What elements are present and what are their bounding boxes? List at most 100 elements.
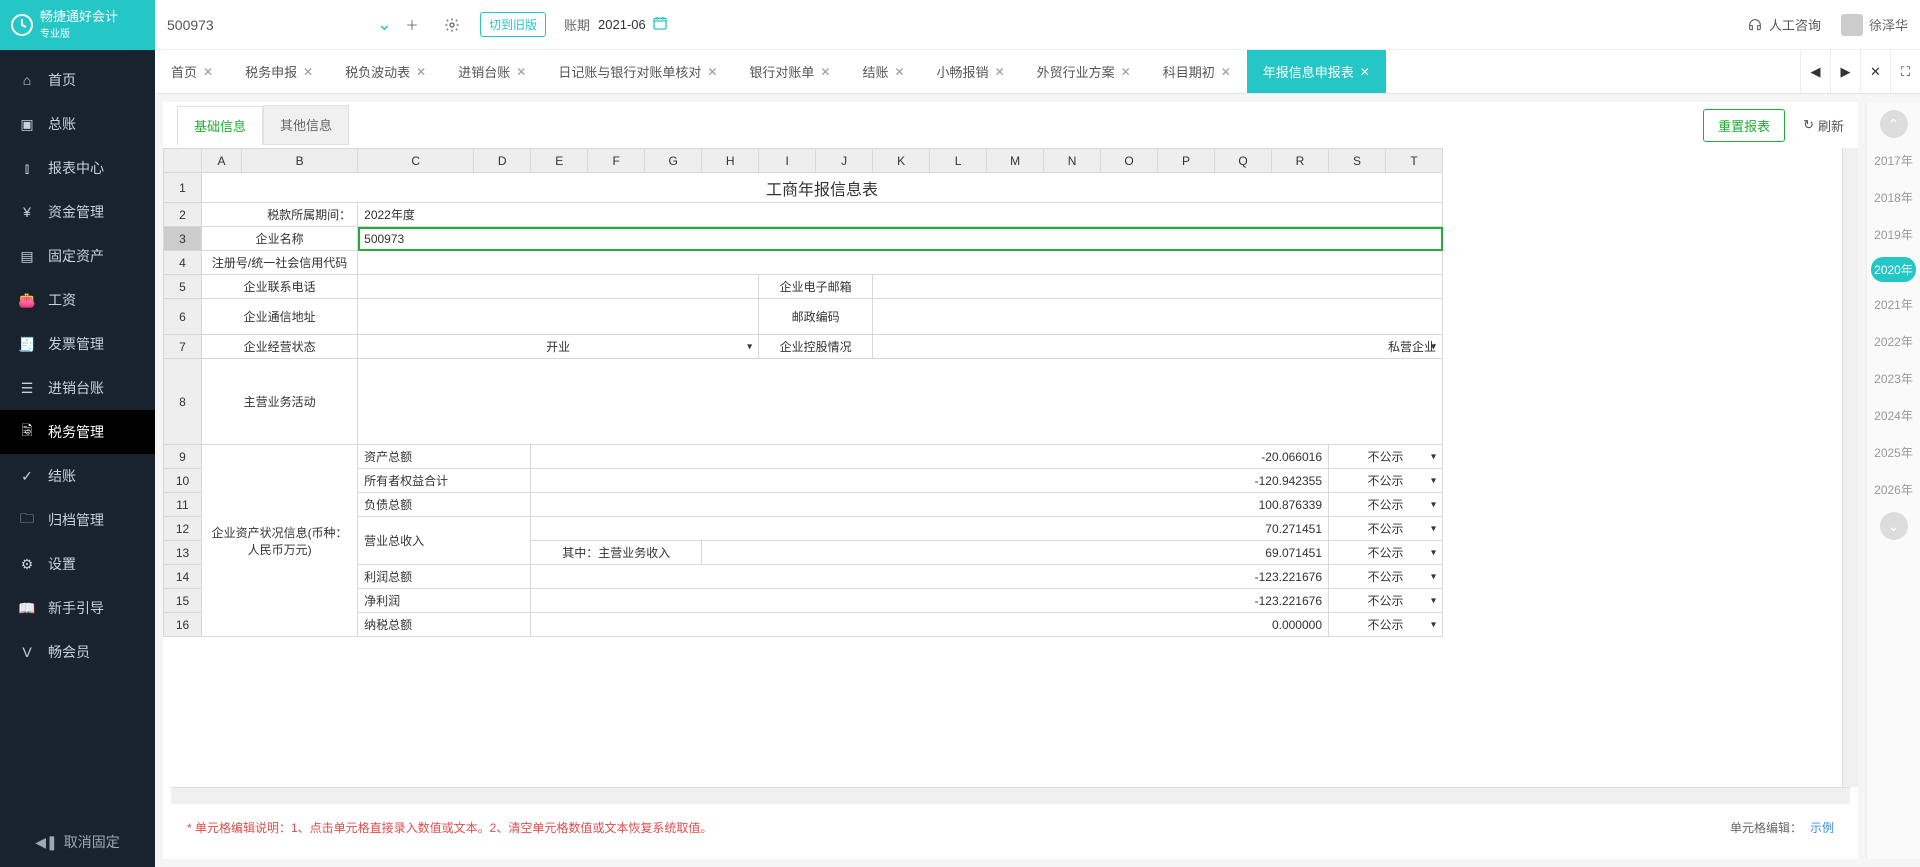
row-8[interactable]: 8 <box>164 359 202 445</box>
email-cell[interactable] <box>873 275 1443 299</box>
status-select[interactable]: 开业 <box>358 335 759 359</box>
col-D[interactable]: D <box>474 149 531 173</box>
row-15[interactable]: 15 <box>164 589 202 613</box>
close-icon[interactable]: ✕ <box>203 65 213 79</box>
publish-select-13[interactable]: 不公示 <box>1329 541 1443 565</box>
col-A[interactable]: A <box>201 149 241 173</box>
tab-3[interactable]: 进销台账✕ <box>442 50 542 93</box>
tab-2[interactable]: 税负波动表✕ <box>329 50 442 93</box>
year-scroll-down[interactable]: ⌄ <box>1880 512 1908 540</box>
refresh-button[interactable]: ↻ 刷新 <box>1803 116 1844 135</box>
main-business-cell[interactable] <box>358 359 1443 445</box>
close-icon[interactable]: ✕ <box>1360 65 1370 79</box>
tab-8[interactable]: 外贸行业方案✕ <box>1021 50 1147 93</box>
close-icon[interactable]: ✕ <box>1121 65 1131 79</box>
col-I[interactable]: I <box>759 149 816 173</box>
row-13[interactable]: 13 <box>164 541 202 565</box>
sidebar-item-13[interactable]: V畅会员 <box>0 630 155 674</box>
tab-scroll-left[interactable]: ◀ <box>1800 50 1830 93</box>
user-menu[interactable]: 徐泽华 <box>1841 14 1908 36</box>
add-button[interactable]: ＋ <box>398 11 426 39</box>
row-5[interactable]: 5 <box>164 275 202 299</box>
subtab-0[interactable]: 基础信息 <box>177 106 263 146</box>
sidebar-item-9[interactable]: ✓结账 <box>0 454 155 498</box>
holding-select[interactable]: 私营企业 <box>873 335 1443 359</box>
row-7[interactable]: 7 <box>164 335 202 359</box>
row-4[interactable]: 4 <box>164 251 202 275</box>
col-K[interactable]: K <box>873 149 930 173</box>
tab-4[interactable]: 日记账与银行对账单核对✕ <box>542 50 733 93</box>
calendar-icon[interactable] <box>652 15 668 34</box>
row-10[interactable]: 10 <box>164 469 202 493</box>
col-C[interactable]: C <box>358 149 474 173</box>
tab-0[interactable]: 首页✕ <box>155 50 229 93</box>
spreadsheet[interactable]: ABCDEFGHIJKLMNOPQRST1工商年报信息表2税款所属期间：2022… <box>163 148 1443 637</box>
zip-cell[interactable] <box>873 299 1443 335</box>
sidebar-item-0[interactable]: ⌂首页 <box>0 58 155 102</box>
publish-select-15[interactable]: 不公示 <box>1329 589 1443 613</box>
row-1[interactable]: 1 <box>164 173 202 203</box>
sidebar-item-10[interactable]: 🗀归档管理 <box>0 498 155 542</box>
col-E[interactable]: E <box>531 149 588 173</box>
row-12[interactable]: 12 <box>164 517 202 541</box>
tab-7[interactable]: 小畅报销✕ <box>921 50 1021 93</box>
row-6[interactable]: 6 <box>164 299 202 335</box>
year-2018年[interactable]: 2018年 <box>1867 179 1920 216</box>
col-B[interactable]: B <box>242 149 358 173</box>
val-16[interactable]: 0.000000 <box>531 613 1329 637</box>
vertical-scrollbar[interactable] <box>1842 148 1858 787</box>
col-T[interactable]: T <box>1385 149 1442 173</box>
year-2023年[interactable]: 2023年 <box>1867 360 1920 397</box>
publish-select-10[interactable]: 不公示 <box>1329 469 1443 493</box>
col-J[interactable]: J <box>816 149 873 173</box>
year-2025年[interactable]: 2025年 <box>1867 434 1920 471</box>
sidebar-item-6[interactable]: 🧾发票管理 <box>0 322 155 366</box>
tab-10[interactable]: 年报信息申报表✕ <box>1247 50 1386 93</box>
year-2024年[interactable]: 2024年 <box>1867 397 1920 434</box>
col-L[interactable]: L <box>930 149 987 173</box>
val-11[interactable]: 100.876339 <box>531 493 1329 517</box>
sheet-scroll[interactable]: ABCDEFGHIJKLMNOPQRST1工商年报信息表2税款所属期间：2022… <box>163 148 1842 787</box>
year-2022年[interactable]: 2022年 <box>1867 323 1920 360</box>
company-selector[interactable]: 500973 ⌄ <box>167 14 392 35</box>
publish-select-12[interactable]: 不公示 <box>1329 517 1443 541</box>
year-scroll-up[interactable]: ⌃ <box>1880 110 1908 138</box>
val-10[interactable]: -120.942355 <box>531 469 1329 493</box>
tab-close-all[interactable]: ✕ <box>1860 50 1890 93</box>
year-2020年[interactable]: 2020年 <box>1871 257 1916 282</box>
col-H[interactable]: H <box>702 149 759 173</box>
example-link[interactable]: 示例 <box>1810 819 1834 836</box>
col-G[interactable]: G <box>645 149 702 173</box>
close-icon[interactable]: ✕ <box>820 65 830 79</box>
col-Q[interactable]: Q <box>1215 149 1272 173</box>
publish-select-9[interactable]: 不公示 <box>1329 445 1443 469</box>
tab-1[interactable]: 税务申报✕ <box>229 50 329 93</box>
tab-6[interactable]: 结账✕ <box>846 50 920 93</box>
col-R[interactable]: R <box>1272 149 1329 173</box>
switch-old-version-button[interactable]: 切到旧版 <box>480 12 546 37</box>
row-11[interactable]: 11 <box>164 493 202 517</box>
rebuild-report-button[interactable]: 重置报表 <box>1703 109 1785 142</box>
tab-scroll-right[interactable]: ▶ <box>1830 50 1860 93</box>
year-2021年[interactable]: 2021年 <box>1867 286 1920 323</box>
close-icon[interactable]: ✕ <box>1221 65 1231 79</box>
phone-cell[interactable] <box>358 275 759 299</box>
company-name-cell[interactable]: 500973 <box>358 227 1443 251</box>
sidebar-item-12[interactable]: 📖新手引导 <box>0 586 155 630</box>
close-icon[interactable]: ✕ <box>416 65 426 79</box>
col-N[interactable]: N <box>1044 149 1101 173</box>
tab-9[interactable]: 科目期初✕ <box>1147 50 1247 93</box>
tab-5[interactable]: 银行对账单✕ <box>733 50 846 93</box>
row-9[interactable]: 9 <box>164 445 202 469</box>
close-icon[interactable]: ✕ <box>303 65 313 79</box>
year-2019年[interactable]: 2019年 <box>1867 216 1920 253</box>
subtab-1[interactable]: 其他信息 <box>263 105 349 145</box>
val-14[interactable]: -123.221676 <box>531 565 1329 589</box>
col-S[interactable]: S <box>1329 149 1386 173</box>
publish-select-14[interactable]: 不公示 <box>1329 565 1443 589</box>
row-3[interactable]: 3 <box>164 227 202 251</box>
close-icon[interactable]: ✕ <box>707 65 717 79</box>
publish-select-16[interactable]: 不公示 <box>1329 613 1443 637</box>
manual-consult-button[interactable]: 人工咨询 <box>1747 15 1821 34</box>
col-O[interactable]: O <box>1101 149 1158 173</box>
